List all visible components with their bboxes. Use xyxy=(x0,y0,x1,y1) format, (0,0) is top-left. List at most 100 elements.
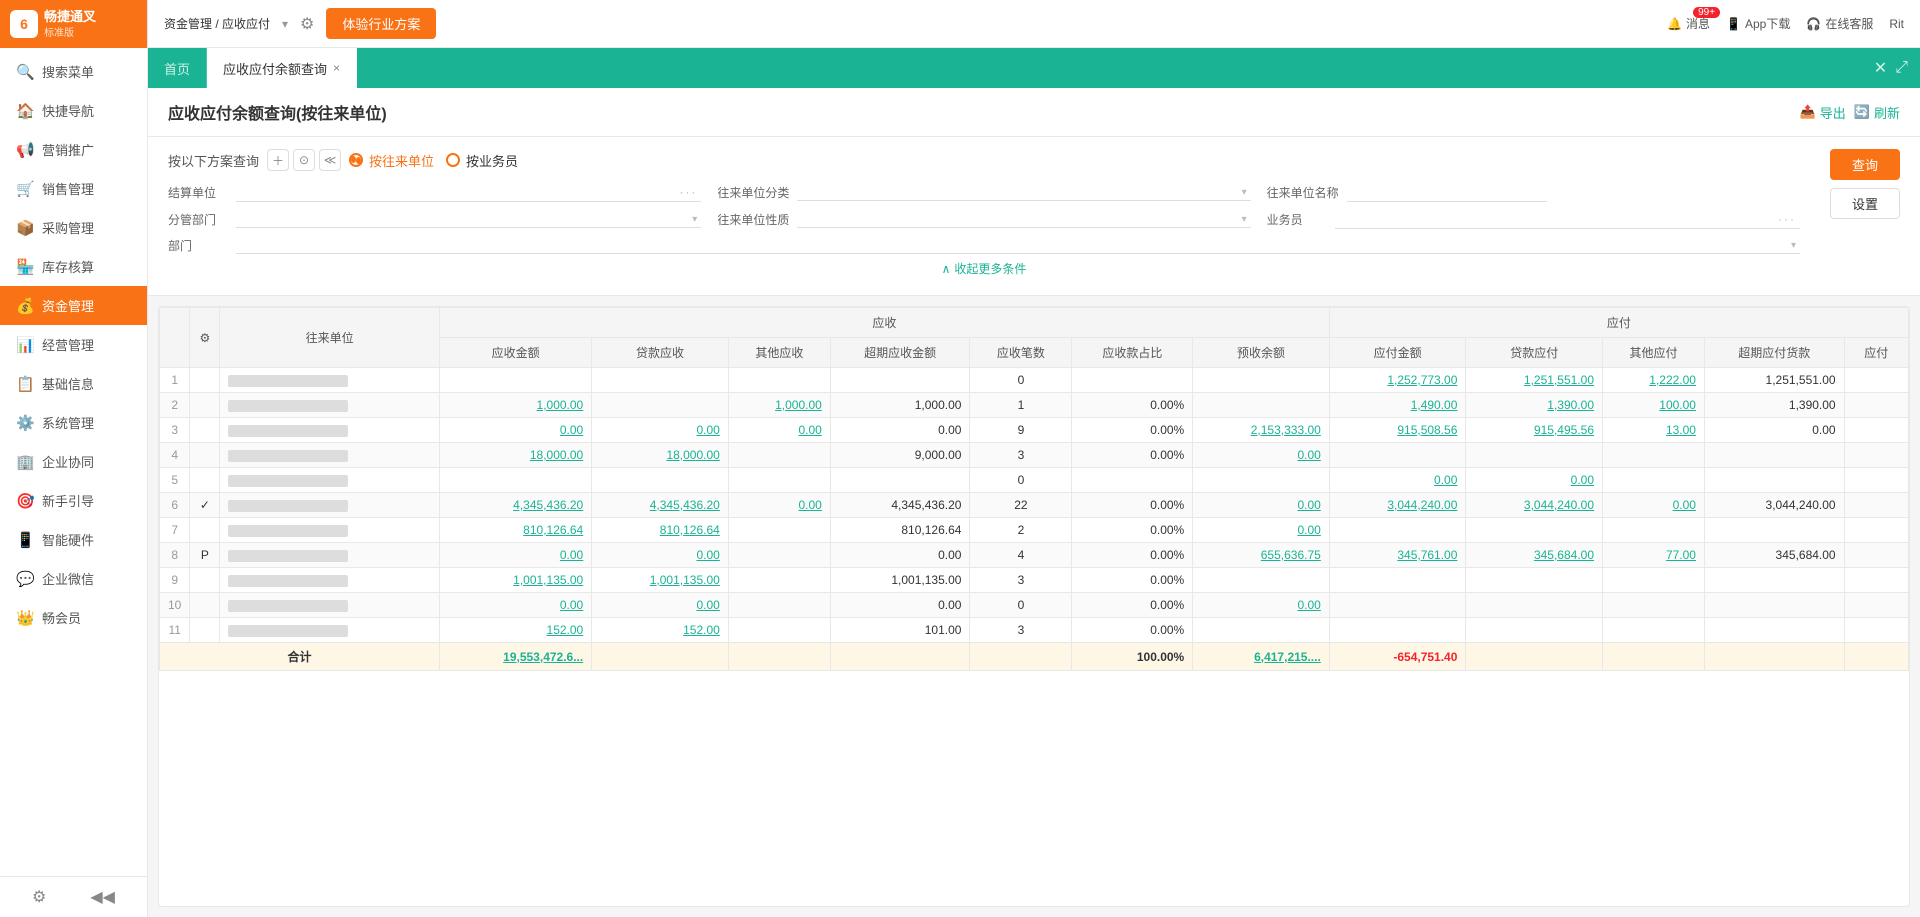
topbar-dropdown-icon[interactable]: ▾ xyxy=(282,17,288,31)
cell-other-recv xyxy=(728,618,830,643)
partner-name-input[interactable] xyxy=(1347,183,1547,202)
radio-by-unit xyxy=(349,153,363,167)
tab-query[interactable]: 应收应付余额查询× xyxy=(207,48,357,88)
cell-loan-pay: 915,495.56 xyxy=(1466,418,1603,443)
sidebar-item-system[interactable]: ⚙️系统管理 xyxy=(0,403,147,442)
sidebar: 6 畅捷通叉 标准版 🔍搜索菜单🏠快捷导航📢营销推广🛒销售管理📦采购管理🏪库存核… xyxy=(0,0,148,917)
th-recv-amount: 应收金额 xyxy=(439,338,591,368)
cell-loan-pay xyxy=(1466,568,1603,593)
cell-recv-count: 4 xyxy=(970,543,1072,568)
search-menu-icon: 🔍 xyxy=(16,63,34,81)
th-overdue-pay: 超期应付货款 xyxy=(1704,338,1844,368)
footer-prepay[interactable]: 6,417,215.... xyxy=(1193,643,1330,671)
sidebar-item-search-menu[interactable]: 🔍搜索菜单 xyxy=(0,52,147,91)
cell-pay-suffix xyxy=(1844,468,1908,493)
settlement-unit-input[interactable]: ··· xyxy=(236,183,701,202)
sidebar-item-smart-hw[interactable]: 📱智能硬件 xyxy=(0,520,147,559)
filter-scheme-row: 按以下方案查询 ＋ ⊙ ≪ 按往来单位按业务员 xyxy=(168,149,1800,171)
cell-rownum: 5 xyxy=(160,468,190,493)
cell-overdue-recv: 810,126.64 xyxy=(830,518,970,543)
sidebar-item-finance[interactable]: 💰资金管理 xyxy=(0,286,147,325)
query-button[interactable]: 查询 xyxy=(1830,149,1900,180)
message-button[interactable]: 🔔 消息 99+ xyxy=(1667,15,1710,32)
table-body: 1 0 1,252,773.00 1,251,551.00 1,222.00 1… xyxy=(160,368,1909,643)
sidebar-item-basic-info[interactable]: 📋基础信息 xyxy=(0,364,147,403)
department-input[interactable]: ▾ xyxy=(236,238,1800,254)
filter-scheme-btns: ＋ ⊙ ≪ xyxy=(267,149,341,171)
tab-close-all-icon[interactable]: ✕ xyxy=(1874,58,1887,78)
cell-partner-tag xyxy=(190,393,220,418)
settings-footer-icon[interactable]: ⚙ xyxy=(32,887,46,907)
cell-other-recv xyxy=(728,468,830,493)
th-settings[interactable]: ⚙ xyxy=(190,308,220,368)
logo-text: 畅捷通叉 标准版 xyxy=(44,9,96,40)
cell-overdue-recv: 101.00 xyxy=(830,618,970,643)
cell-other-pay: 77.00 xyxy=(1603,543,1705,568)
export-button[interactable]: 📤 导出 xyxy=(1800,103,1846,122)
cell-overdue-recv: 0.00 xyxy=(830,418,970,443)
cell-rownum: 4 xyxy=(160,443,190,468)
online-service-button[interactable]: 🎧 在线客服 xyxy=(1806,15,1873,32)
cell-overdue-pay: 3,044,240.00 xyxy=(1704,493,1844,518)
cell-recv-ratio xyxy=(1072,468,1193,493)
sidebar-label-member: 畅会员 xyxy=(42,608,81,627)
topbar-gear-icon[interactable]: ⚙ xyxy=(300,14,314,34)
sidebar-item-member[interactable]: 👑畅会员 xyxy=(0,598,147,637)
tab-home[interactable]: 首页 xyxy=(148,48,207,88)
partner-category-input[interactable]: ▾ xyxy=(797,185,1250,201)
refresh-icon: 🔄 xyxy=(1854,104,1870,120)
sidebar-item-quick-nav[interactable]: 🏠快捷导航 xyxy=(0,91,147,130)
tab-expand-icon[interactable]: ⤢ xyxy=(1895,59,1908,77)
th-overdue-recv: 超期应收金额 xyxy=(830,338,970,368)
sidebar-item-guide[interactable]: 🎯新手引导 xyxy=(0,481,147,520)
message-badge: 99+ xyxy=(1693,7,1720,18)
page-actions: 📤 导出 🔄 刷新 xyxy=(1800,103,1900,122)
sidebar-item-purchase[interactable]: 📦采购管理 xyxy=(0,208,147,247)
salesman-input[interactable]: ··· xyxy=(1335,210,1800,229)
tab-close-query[interactable]: × xyxy=(333,61,340,75)
cell-loan-recv: 810,126.64 xyxy=(592,518,729,543)
filter-option-by-unit[interactable]: 按往来单位 xyxy=(349,151,434,170)
refresh-button[interactable]: 🔄 刷新 xyxy=(1854,103,1900,122)
collapse-sidebar-icon[interactable]: ◀◀ xyxy=(90,887,115,907)
marketing-icon: 📢 xyxy=(16,141,34,159)
sidebar-item-sales[interactable]: 🛒销售管理 xyxy=(0,169,147,208)
cell-prepay: 0.00 xyxy=(1193,493,1330,518)
inventory-icon: 🏪 xyxy=(16,258,34,276)
more-scheme-button[interactable]: ≪ xyxy=(319,149,341,171)
collapse-button[interactable]: ∧ 收起更多条件 xyxy=(168,254,1800,283)
cell-pay-amount xyxy=(1329,618,1466,643)
field-partner-category: 往来单位分类 ▾ xyxy=(717,184,1250,201)
sidebar-item-inventory[interactable]: 🏪库存核算 xyxy=(0,247,147,286)
edit-scheme-button[interactable]: ⊙ xyxy=(293,149,315,171)
add-scheme-button[interactable]: ＋ xyxy=(267,149,289,171)
solution-button[interactable]: 体验行业方案 xyxy=(326,8,436,39)
table-scroll[interactable]: ⚙ 往来单位 应收 应付 应收金额 贷款应收 其他应收 超期应收金额 应收笔数 … xyxy=(159,307,1909,906)
cell-recv-amount: 152.00 xyxy=(439,618,591,643)
option-label-by-unit: 按往来单位 xyxy=(369,151,434,170)
cell-recv-amount: 0.00 xyxy=(439,593,591,618)
cell-recv-ratio xyxy=(1072,368,1193,393)
download-icon: 📱 xyxy=(1726,17,1741,31)
cell-overdue-pay xyxy=(1704,618,1844,643)
footer-loan-recv xyxy=(592,643,729,671)
sidebar-item-wechat[interactable]: 💬企业微信 xyxy=(0,559,147,598)
partner-nature-input[interactable]: ▾ xyxy=(797,212,1250,228)
sidebar-item-marketing[interactable]: 📢营销推广 xyxy=(0,130,147,169)
cell-partner-name xyxy=(220,493,440,518)
dept-input[interactable]: ▾ xyxy=(236,212,701,228)
cell-overdue-recv xyxy=(830,368,970,393)
cell-loan-recv: 0.00 xyxy=(592,593,729,618)
table-container: ⚙ 往来单位 应收 应付 应收金额 贷款应收 其他应收 超期应收金额 应收笔数 … xyxy=(158,306,1910,907)
settings-button[interactable]: 设置 xyxy=(1830,188,1900,219)
sidebar-item-operation[interactable]: 📊经营管理 xyxy=(0,325,147,364)
sidebar-item-enterprise[interactable]: 🏢企业协同 xyxy=(0,442,147,481)
cell-pay-amount: 3,044,240.00 xyxy=(1329,493,1466,518)
cell-partner-name xyxy=(220,543,440,568)
tab-label-home: 首页 xyxy=(164,59,190,78)
th-pay-amount: 应付金额 xyxy=(1329,338,1466,368)
footer-receivable[interactable]: 19,553,472.6... xyxy=(439,643,591,671)
filter-option-by-salesman[interactable]: 按业务员 xyxy=(446,151,518,170)
app-download-button[interactable]: 📱 App下载 xyxy=(1726,15,1790,32)
cell-overdue-pay: 1,251,551.00 xyxy=(1704,368,1844,393)
